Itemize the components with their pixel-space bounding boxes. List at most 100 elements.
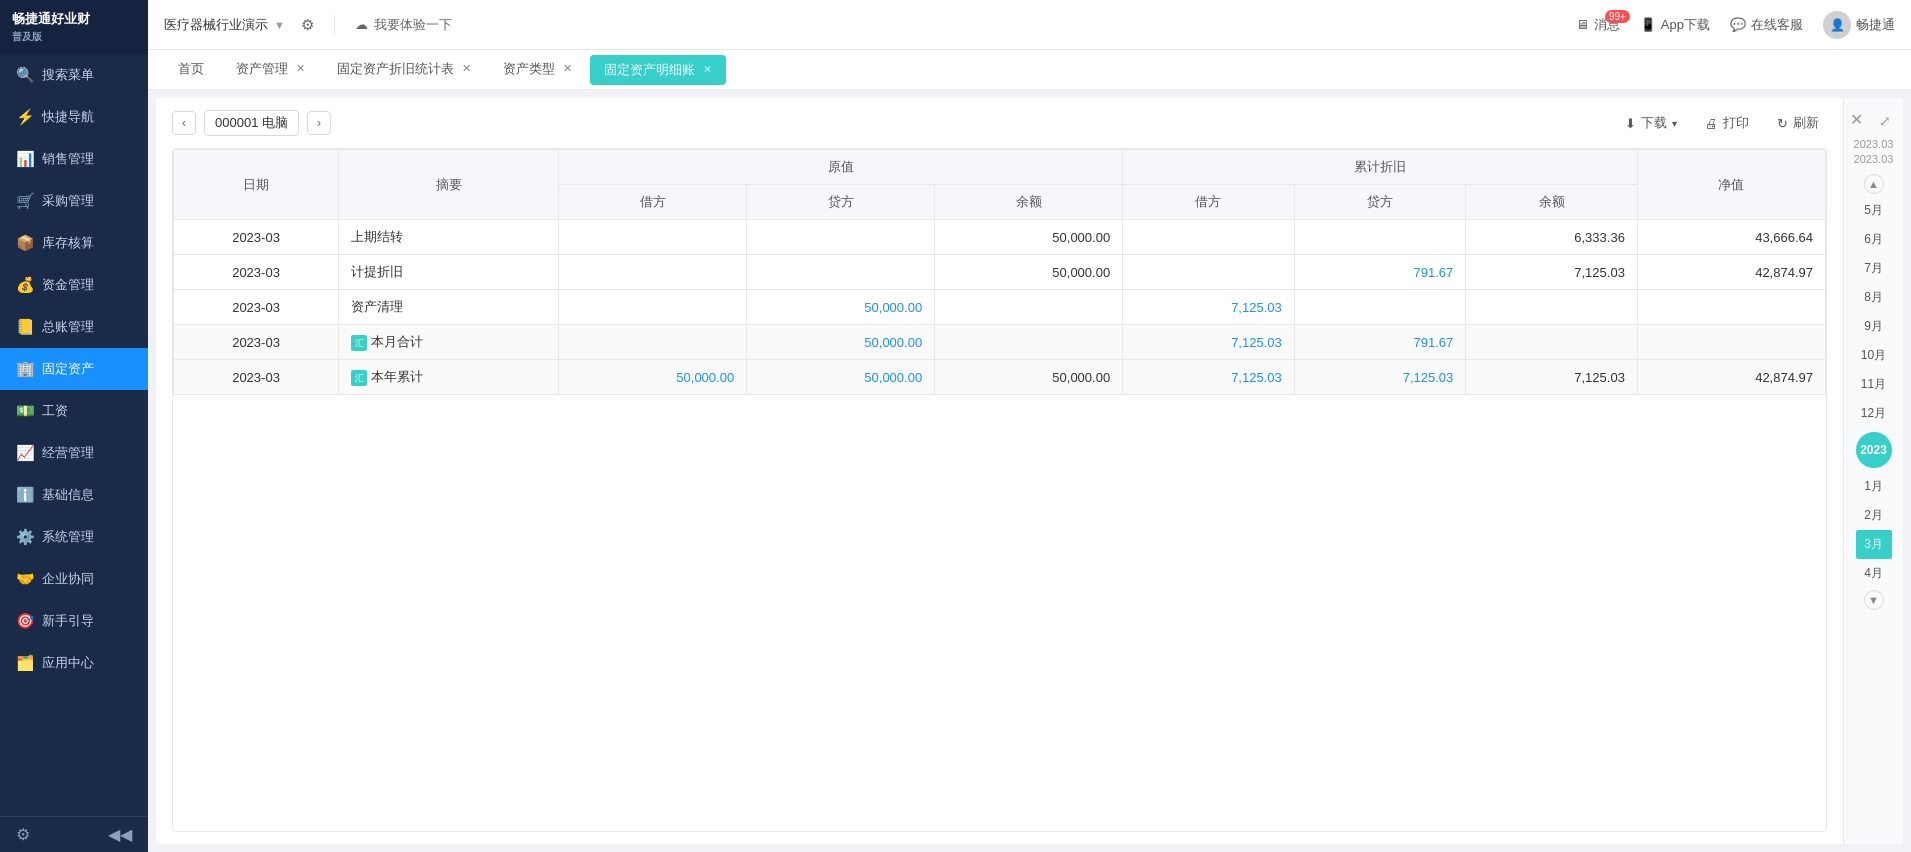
cell-summary: 汇本年累计	[339, 360, 559, 395]
download-btn[interactable]: 📱 App下载	[1640, 16, 1710, 34]
cell-acc-balance	[1466, 290, 1638, 325]
cell-summary: 汇本月合计	[339, 325, 559, 360]
month-item[interactable]: 9月	[1856, 312, 1892, 341]
inventory-icon: 📦	[16, 234, 34, 252]
month-item[interactable]: 10月	[1856, 341, 1892, 370]
cell-acc-debit: 7,125.03	[1123, 360, 1295, 395]
refresh-icon: ↻	[1777, 116, 1788, 131]
sidebar-label-operations: 经营管理	[42, 444, 94, 462]
sidebar-item-system[interactable]: ⚙️系统管理	[0, 516, 148, 558]
month-item[interactable]: 6月	[1856, 225, 1892, 254]
cell-date: 2023-03	[174, 220, 339, 255]
cell-orig-debit	[559, 325, 747, 360]
refresh-label: 刷新	[1793, 114, 1819, 132]
content-area: ‹ 000001 电脑 › ⬇ 下载 ▾ 🖨 打印 ↻	[156, 98, 1903, 844]
message-btn[interactable]: 🖥 消息 99+	[1576, 16, 1620, 34]
asset-code: 000001 电脑	[204, 110, 299, 136]
sidebar-label-basic-info: 基础信息	[42, 486, 94, 504]
sidebar-item-app-center[interactable]: 🗂️应用中心	[0, 642, 148, 684]
cell-orig-balance	[935, 325, 1123, 360]
sales-icon: 📊	[16, 150, 34, 168]
tabbar: 首页资产管理✕固定资产折旧统计表✕资产类型✕固定资产明细账✕	[148, 50, 1911, 90]
tab-close-depreciation-stats[interactable]: ✕	[462, 62, 471, 75]
month-item[interactable]: 11月	[1856, 370, 1892, 399]
cell-acc-debit	[1123, 255, 1295, 290]
asset-nav: ‹ 000001 电脑 › ⬇ 下载 ▾ 🖨 打印 ↻	[172, 110, 1827, 136]
month-item[interactable]: 1月	[1856, 472, 1892, 501]
panel-up-btn[interactable]: ▲	[1864, 174, 1884, 194]
sidebar-footer: ⚙ ◀◀	[0, 816, 148, 852]
settings-icon[interactable]: ⚙	[16, 825, 30, 844]
cell-net-value	[1637, 290, 1825, 325]
cell-acc-balance: 7,125.03	[1466, 255, 1638, 290]
main-panel: ‹ 000001 电脑 › ⬇ 下载 ▾ 🖨 打印 ↻	[156, 98, 1843, 844]
expand-panel-btn[interactable]: ⤢	[1875, 109, 1895, 133]
experience-btn[interactable]: ☁ 我要体验一下	[355, 16, 452, 34]
gear-icon[interactable]: ⚙	[301, 16, 314, 34]
close-panel-btn[interactable]: ✕	[1846, 106, 1867, 133]
tab-close-asset-mgmt[interactable]: ✕	[296, 62, 305, 75]
company-arrow-icon: ▼	[274, 19, 285, 31]
asset-nav-left: ‹ 000001 电脑 ›	[172, 110, 331, 136]
user-btn[interactable]: 👤 畅捷通	[1823, 11, 1895, 39]
next-asset-btn[interactable]: ›	[307, 111, 331, 135]
cell-acc-credit: 791.67	[1294, 255, 1466, 290]
download-label: App下载	[1661, 16, 1710, 34]
download-arrow-icon: ▾	[1672, 118, 1677, 129]
app-edition: 普及版	[12, 30, 90, 44]
sidebar-item-quick-nav[interactable]: ⚡快捷导航	[0, 96, 148, 138]
download-label: 下载	[1641, 114, 1667, 132]
refresh-btn[interactable]: ↻ 刷新	[1769, 110, 1827, 136]
tab-asset-type[interactable]: 资产类型✕	[489, 54, 586, 86]
month-item[interactable]: 2月	[1856, 501, 1892, 530]
month-item[interactable]: 12月	[1856, 399, 1892, 428]
col-date: 日期	[174, 150, 339, 220]
sidebar-item-general-ledger[interactable]: 📒总账管理	[0, 306, 148, 348]
table-row: 2023-03 资产清理 50,000.00 7,125.03	[174, 290, 1826, 325]
cell-acc-balance: 7,125.03	[1466, 360, 1638, 395]
month-item[interactable]: 3月	[1856, 530, 1892, 559]
sidebar-item-purchase[interactable]: 🛒采购管理	[0, 180, 148, 222]
tab-asset-detail[interactable]: 固定资产明细账✕	[590, 55, 726, 85]
message-badge: 99+	[1605, 10, 1630, 23]
collapse-icon[interactable]: ◀◀	[108, 825, 132, 844]
sidebar-item-basic-info[interactable]: ℹ️基础信息	[0, 474, 148, 516]
panel-down-btn[interactable]: ▼	[1864, 590, 1884, 610]
sidebar-label-system: 系统管理	[42, 528, 94, 546]
download-btn[interactable]: ⬇ 下载 ▾	[1617, 110, 1685, 136]
cell-orig-debit	[559, 255, 747, 290]
panel-top-btns: ✕ ⤢	[1844, 106, 1903, 133]
month-item[interactable]: 5月	[1856, 196, 1892, 225]
service-btn[interactable]: 💬 在线客服	[1730, 16, 1803, 34]
sidebar-item-collab[interactable]: 🤝企业协同	[0, 558, 148, 600]
prev-asset-btn[interactable]: ‹	[172, 111, 196, 135]
company-selector[interactable]: 医疗器械行业演示 ▼	[164, 16, 285, 34]
sidebar-item-operations[interactable]: 📈经营管理	[0, 432, 148, 474]
tab-close-asset-detail[interactable]: ✕	[703, 63, 712, 76]
tab-depreciation-stats[interactable]: 固定资产折旧统计表✕	[323, 54, 485, 86]
cell-orig-balance: 50,000.00	[935, 255, 1123, 290]
sidebar-item-fixed-assets[interactable]: 🏢固定资产	[0, 348, 148, 390]
sidebar-item-finance[interactable]: 💰资金管理	[0, 264, 148, 306]
print-btn[interactable]: 🖨 打印	[1697, 110, 1757, 136]
sidebar-item-payroll[interactable]: 💵工资	[0, 390, 148, 432]
sidebar-item-guide[interactable]: 🎯新手引导	[0, 600, 148, 642]
col-acc-credit: 贷方	[1294, 185, 1466, 220]
sidebar-item-search[interactable]: 🔍搜索菜单	[0, 54, 148, 96]
cell-date: 2023-03	[174, 325, 339, 360]
tab-close-asset-type[interactable]: ✕	[563, 62, 572, 75]
month-item[interactable]: 4月	[1856, 559, 1892, 588]
topbar-right: 🖥 消息 99+ 📱 App下载 💬 在线客服 👤 畅捷通	[1576, 11, 1895, 39]
print-label: 打印	[1723, 114, 1749, 132]
cell-orig-balance: 50,000.00	[935, 360, 1123, 395]
cell-acc-credit: 7,125.03	[1294, 360, 1466, 395]
tab-home[interactable]: 首页	[164, 54, 218, 86]
month-item[interactable]: 8月	[1856, 283, 1892, 312]
cell-net-value: 43,666.64	[1637, 220, 1825, 255]
sidebar-item-inventory[interactable]: 📦库存核算	[0, 222, 148, 264]
general-ledger-icon: 📒	[16, 318, 34, 336]
sidebar-item-sales[interactable]: 📊销售管理	[0, 138, 148, 180]
month-item[interactable]: 7月	[1856, 254, 1892, 283]
tab-asset-mgmt[interactable]: 资产管理✕	[222, 54, 319, 86]
year-badge[interactable]: 2023	[1856, 432, 1892, 468]
